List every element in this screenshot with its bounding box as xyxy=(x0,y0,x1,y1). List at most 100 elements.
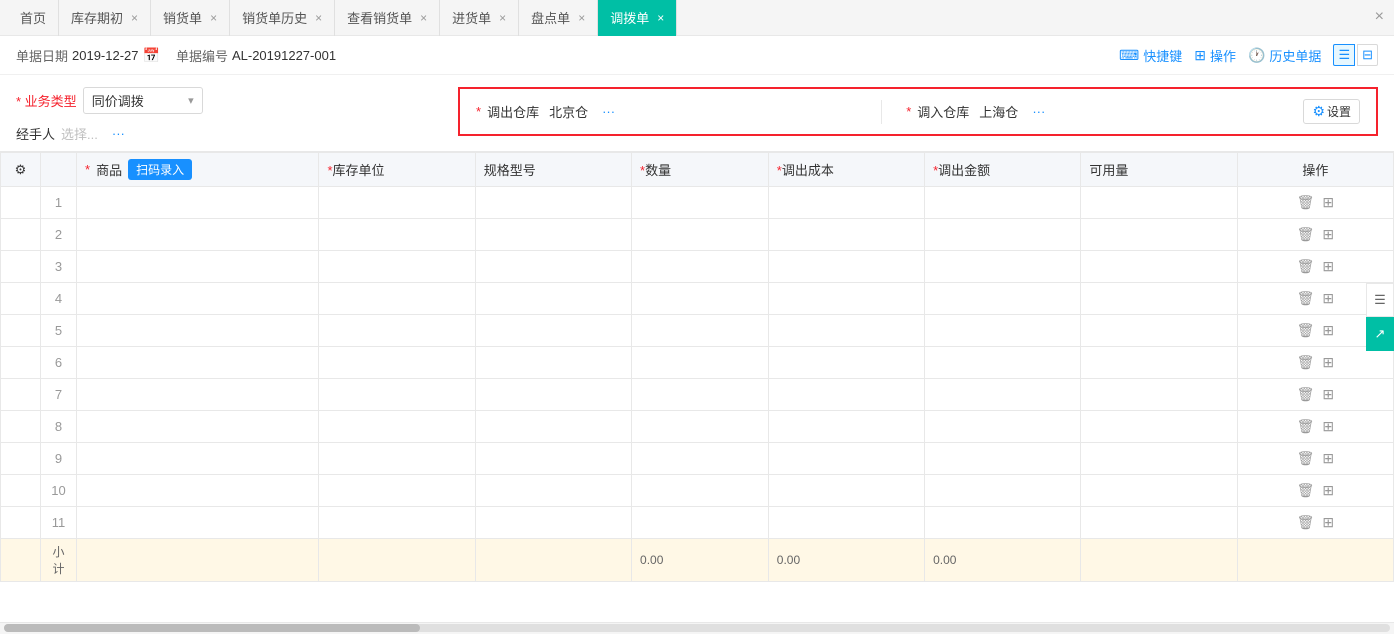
td-unit-2[interactable] xyxy=(319,219,475,251)
td-unit-3[interactable] xyxy=(319,251,475,283)
copy-icon-row-3[interactable]: ⊞ xyxy=(1322,258,1334,275)
td-qty-7[interactable] xyxy=(632,379,769,411)
td-cost-9[interactable] xyxy=(768,443,924,475)
td-qty-4[interactable] xyxy=(632,283,769,315)
delete-icon-row-1[interactable]: 🗑 xyxy=(1297,194,1315,211)
td-cost-7[interactable] xyxy=(768,379,924,411)
delete-icon-row-9[interactable]: 🗑 xyxy=(1297,450,1315,467)
tab-transfer-order-close[interactable]: × xyxy=(657,11,664,25)
delete-icon-row-4[interactable]: 🗑 xyxy=(1297,290,1315,307)
td-qty-2[interactable] xyxy=(632,219,769,251)
td-qty-9[interactable] xyxy=(632,443,769,475)
td-qty-6[interactable] xyxy=(632,347,769,379)
td-amount-6[interactable] xyxy=(925,347,1081,379)
td-cost-6[interactable] xyxy=(768,347,924,379)
td-spec-9[interactable] xyxy=(475,443,631,475)
delete-icon-row-2[interactable]: 🗑 xyxy=(1297,226,1315,243)
td-unit-9[interactable] xyxy=(319,443,475,475)
tab-purchase-order-close[interactable]: × xyxy=(499,11,506,25)
td-product-7[interactable] xyxy=(77,379,319,411)
delete-icon-row-6[interactable]: 🗑 xyxy=(1297,354,1315,371)
td-unit-10[interactable] xyxy=(319,475,475,507)
copy-icon-row-6[interactable]: ⊞ xyxy=(1322,354,1334,371)
td-cost-11[interactable] xyxy=(768,507,924,539)
window-close-button[interactable]: × xyxy=(1375,8,1384,26)
td-amount-5[interactable] xyxy=(925,315,1081,347)
td-cost-3[interactable] xyxy=(768,251,924,283)
copy-icon-row-4[interactable]: ⊞ xyxy=(1322,290,1334,307)
tab-sales-order[interactable]: 销货单 × xyxy=(151,0,230,36)
td-unit-4[interactable] xyxy=(319,283,475,315)
delete-icon-row-3[interactable]: 🗑 xyxy=(1297,258,1315,275)
td-qty-8[interactable] xyxy=(632,411,769,443)
tab-purchase-order[interactable]: 进货单 × xyxy=(440,0,519,36)
td-amount-11[interactable] xyxy=(925,507,1081,539)
td-product-2[interactable] xyxy=(77,219,319,251)
td-cost-5[interactable] xyxy=(768,315,924,347)
copy-icon-row-2[interactable]: ⊞ xyxy=(1322,226,1334,243)
copy-icon-row-8[interactable]: ⊞ xyxy=(1322,418,1334,435)
tab-inventory-init[interactable]: 库存期初 × xyxy=(59,0,151,36)
td-amount-3[interactable] xyxy=(925,251,1081,283)
td-amount-7[interactable] xyxy=(925,379,1081,411)
list-view-button[interactable]: ☰ xyxy=(1333,44,1355,66)
td-spec-1[interactable] xyxy=(475,187,631,219)
scan-button[interactable]: 扫码录入 xyxy=(128,159,192,180)
td-amount-8[interactable] xyxy=(925,411,1081,443)
td-unit-5[interactable] xyxy=(319,315,475,347)
tab-inventory-check[interactable]: 盘点单 × xyxy=(519,0,598,36)
person-input[interactable]: 选择... xyxy=(61,124,98,143)
tab-view-sales[interactable]: 查看销货单 × xyxy=(335,0,440,36)
td-cost-1[interactable] xyxy=(768,187,924,219)
td-spec-7[interactable] xyxy=(475,379,631,411)
copy-icon-row-10[interactable]: ⊞ xyxy=(1322,482,1334,499)
history-button[interactable]: 🕐 历史单据 xyxy=(1248,46,1321,65)
th-gear[interactable]: ⚙ xyxy=(1,153,41,187)
td-spec-3[interactable] xyxy=(475,251,631,283)
float-export-icon[interactable]: ↗ xyxy=(1366,317,1394,351)
tab-sales-order-close[interactable]: × xyxy=(210,11,217,25)
td-unit-1[interactable] xyxy=(319,187,475,219)
td-spec-2[interactable] xyxy=(475,219,631,251)
td-cost-8[interactable] xyxy=(768,411,924,443)
delete-icon-row-7[interactable]: 🗑 xyxy=(1297,386,1315,403)
td-qty-3[interactable] xyxy=(632,251,769,283)
td-amount-10[interactable] xyxy=(925,475,1081,507)
td-product-3[interactable] xyxy=(77,251,319,283)
td-product-9[interactable] xyxy=(77,443,319,475)
td-unit-11[interactable] xyxy=(319,507,475,539)
td-cost-2[interactable] xyxy=(768,219,924,251)
td-spec-10[interactable] xyxy=(475,475,631,507)
td-spec-4[interactable] xyxy=(475,283,631,315)
tab-sales-history[interactable]: 销货单历史 × xyxy=(230,0,335,36)
tab-view-sales-close[interactable]: × xyxy=(420,11,427,25)
copy-icon-row-7[interactable]: ⊞ xyxy=(1322,386,1334,403)
tab-inventory-check-close[interactable]: × xyxy=(578,11,585,25)
td-qty-11[interactable] xyxy=(632,507,769,539)
operation-button[interactable]: ⊞ 操作 xyxy=(1194,46,1236,65)
delete-icon-row-5[interactable]: 🗑 xyxy=(1297,322,1315,339)
td-product-1[interactable] xyxy=(77,187,319,219)
td-amount-1[interactable] xyxy=(925,187,1081,219)
delete-icon-row-8[interactable]: 🗑 xyxy=(1297,418,1315,435)
settings-button[interactable]: ⚙ 设置 xyxy=(1303,99,1360,124)
td-amount-2[interactable] xyxy=(925,219,1081,251)
td-product-10[interactable] xyxy=(77,475,319,507)
tab-sales-history-close[interactable]: × xyxy=(315,11,322,25)
scrollbar-area[interactable] xyxy=(0,622,1394,634)
td-cost-10[interactable] xyxy=(768,475,924,507)
delete-icon-row-11[interactable]: 🗑 xyxy=(1297,514,1315,531)
float-list-icon[interactable]: ☰ xyxy=(1366,283,1394,317)
warehouse-in-more-icon[interactable]: ··· xyxy=(1032,104,1045,119)
business-type-select[interactable]: 同价调拨 ▾ xyxy=(83,87,203,114)
td-unit-7[interactable] xyxy=(319,379,475,411)
td-unit-8[interactable] xyxy=(319,411,475,443)
td-amount-4[interactable] xyxy=(925,283,1081,315)
td-product-6[interactable] xyxy=(77,347,319,379)
tab-transfer-order[interactable]: 调拨单 × xyxy=(598,0,677,36)
td-amount-9[interactable] xyxy=(925,443,1081,475)
copy-icon-row-9[interactable]: ⊞ xyxy=(1322,450,1334,467)
td-spec-8[interactable] xyxy=(475,411,631,443)
person-more-icon[interactable]: ··· xyxy=(112,126,125,141)
td-qty-10[interactable] xyxy=(632,475,769,507)
